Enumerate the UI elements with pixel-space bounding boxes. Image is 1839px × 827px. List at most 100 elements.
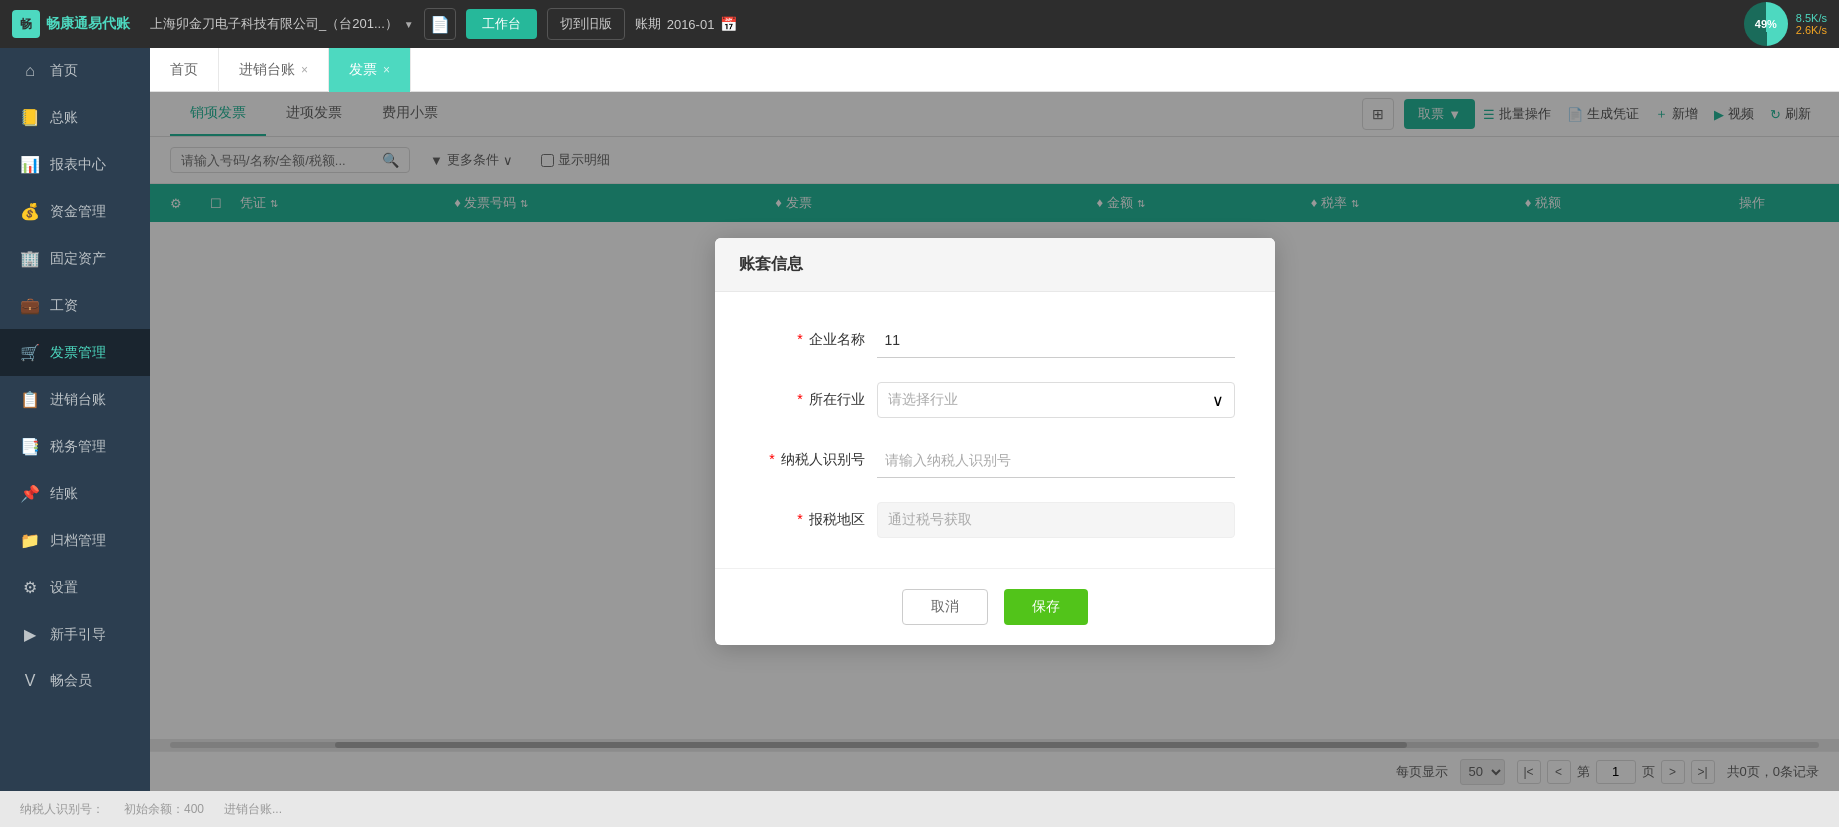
tab-purchase-sales[interactable]: 进销台账 × [219, 48, 329, 92]
sidebar-label-guide: 新手引导 [50, 626, 106, 644]
form-row-tax-id: * 纳税人识别号 [755, 442, 1235, 478]
industry-select[interactable]: 请选择行业 ∨ [877, 382, 1235, 418]
company-name: 上海卯金刀电子科技有限公司_（台201...） [150, 15, 398, 33]
sidebar-label-reports: 报表中心 [50, 156, 106, 174]
sidebar-label-funds: 资金管理 [50, 203, 106, 221]
old-version-button[interactable]: 切到旧版 [547, 8, 625, 40]
sidebar-label-settings: 设置 [50, 579, 78, 597]
ledger-icon: 📒 [20, 108, 40, 127]
sidebar-label-tax: 税务管理 [50, 438, 106, 456]
required-star-industry: * [797, 391, 802, 407]
tax-region-placeholder: 通过税号获取 [888, 511, 972, 529]
sidebar-item-funds[interactable]: 💰 资金管理 [0, 188, 150, 235]
content-area: 首页 进销台账 × 发票 × 销项发票 进项发票 费用小 [150, 48, 1839, 791]
sidebar-item-salary[interactable]: 💼 工资 [0, 282, 150, 329]
sidebar-item-guide[interactable]: ▶ 新手引导 [0, 611, 150, 658]
tax-icon: 📑 [20, 437, 40, 456]
settlement-icon: 📌 [20, 484, 40, 503]
purchase-sales-icon: 📋 [20, 390, 40, 409]
tax-region-label: * 报税地区 [755, 511, 865, 529]
sidebar-label-home: 首页 [50, 62, 78, 80]
form-row-tax-region: * 报税地区 通过税号获取 [755, 502, 1235, 538]
tax-region-disabled: 通过税号获取 [877, 502, 1235, 538]
page-content: 销项发票 进项发票 费用小票 ⊞ 取票 ▼ ☰ 批量操作 [150, 92, 1839, 791]
calendar-icon[interactable]: 📅 [720, 16, 737, 32]
sidebar-item-home[interactable]: ⌂ 首页 [0, 48, 150, 94]
sidebar-item-assets[interactable]: 🏢 固定资产 [0, 235, 150, 282]
sidebar-item-member[interactable]: V 畅会员 [0, 658, 150, 704]
footer-strip: 纳税人识别号： 初始余额：400 进销台账... [0, 791, 1839, 827]
required-star-tax-id: * [769, 451, 774, 467]
modal-body: * 企业名称 * 所在行业 请选择行业 [715, 292, 1275, 568]
assets-icon: 🏢 [20, 249, 40, 268]
sidebar-item-settlement[interactable]: 📌 结账 [0, 470, 150, 517]
company-selector[interactable]: 上海卯金刀电子科技有限公司_（台201...） ▼ [150, 15, 414, 33]
footer-text1: 纳税人识别号： [20, 801, 104, 818]
tab-home-label: 首页 [170, 61, 198, 79]
industry-dropdown-icon: ∨ [1212, 391, 1224, 410]
tab-purchase-sales-close[interactable]: × [301, 63, 308, 77]
tab-invoice-close[interactable]: × [383, 63, 390, 77]
period-value: 2016-01 [667, 17, 715, 32]
modal-dialog: 账套信息 * 企业名称 [715, 238, 1275, 645]
workbench-button[interactable]: 工作台 [466, 9, 537, 39]
sidebar-item-ledger[interactable]: 📒 总账 [0, 94, 150, 141]
footer-text3: 进销台账... [224, 801, 282, 818]
company-dropdown-icon: ▼ [404, 19, 414, 30]
sidebar-label-ledger: 总账 [50, 109, 78, 127]
home-icon: ⌂ [20, 62, 40, 80]
sidebar: ⌂ 首页 📒 总账 📊 报表中心 💰 资金管理 🏢 固定资产 💼 工资 🛒 发票… [0, 48, 150, 791]
progress-circle: 49% [1744, 2, 1788, 46]
progress-percent: 49% [1755, 18, 1777, 30]
form-row-industry: * 所在行业 请选择行业 ∨ [755, 382, 1235, 418]
modal-footer: 取消 保存 [715, 568, 1275, 645]
cancel-button[interactable]: 取消 [902, 589, 988, 625]
member-icon: V [20, 672, 40, 690]
modal-overlay: 账套信息 * 企业名称 [150, 92, 1839, 791]
tax-id-input[interactable] [877, 442, 1235, 478]
invoice-icon: 🛒 [20, 343, 40, 362]
sidebar-label-settlement: 结账 [50, 485, 78, 503]
funds-icon: 💰 [20, 202, 40, 221]
tab-home[interactable]: 首页 [150, 48, 219, 92]
tab-bar: 首页 进销台账 × 发票 × [150, 48, 1839, 92]
industry-label: * 所在行业 [755, 391, 865, 409]
modal-title: 账套信息 [739, 255, 803, 272]
save-button[interactable]: 保存 [1004, 589, 1088, 625]
sidebar-label-member: 畅会员 [50, 672, 92, 690]
archive-icon: 📁 [20, 531, 40, 550]
sidebar-label-purchase-sales: 进销台账 [50, 391, 106, 409]
logo-icon: 畅 [12, 10, 40, 38]
tab-invoice-label: 发票 [349, 61, 377, 79]
sidebar-item-purchase-sales[interactable]: 📋 进销台账 [0, 376, 150, 423]
company-name-input[interactable] [877, 322, 1235, 358]
logo-text: 畅康通易代账 [46, 15, 130, 33]
download-speed: 2.6K/s [1796, 24, 1827, 36]
period-label: 账期 [635, 15, 661, 33]
salary-icon: 💼 [20, 296, 40, 315]
sidebar-label-archive: 归档管理 [50, 532, 106, 550]
sidebar-label-invoice: 发票管理 [50, 344, 106, 362]
settings-icon: ⚙ [20, 578, 40, 597]
sidebar-item-archive[interactable]: 📁 归档管理 [0, 517, 150, 564]
required-star-tax-region: * [797, 511, 802, 527]
company-name-label: * 企业名称 [755, 331, 865, 349]
sidebar-item-reports[interactable]: 📊 报表中心 [0, 141, 150, 188]
guide-icon: ▶ [20, 625, 40, 644]
reports-icon: 📊 [20, 155, 40, 174]
document-icon[interactable]: 📄 [424, 8, 456, 40]
period-info: 账期 2016-01 📅 [635, 15, 738, 33]
industry-placeholder: 请选择行业 [888, 391, 958, 409]
speed-info: 8.5K/s 2.6K/s [1796, 12, 1827, 36]
tab-purchase-sales-label: 进销台账 [239, 61, 295, 79]
modal-header: 账套信息 [715, 238, 1275, 292]
sidebar-label-salary: 工资 [50, 297, 78, 315]
logo-area: 畅 畅康通易代账 [12, 10, 130, 38]
sidebar-label-assets: 固定资产 [50, 250, 106, 268]
sidebar-item-invoice[interactable]: 🛒 发票管理 [0, 329, 150, 376]
top-header: 畅 畅康通易代账 上海卯金刀电子科技有限公司_（台201...） ▼ 📄 工作台… [0, 0, 1839, 48]
sidebar-item-settings[interactable]: ⚙ 设置 [0, 564, 150, 611]
tab-invoice[interactable]: 发票 × [329, 48, 411, 92]
footer-text2: 初始余额：400 [124, 801, 204, 818]
sidebar-item-tax[interactable]: 📑 税务管理 [0, 423, 150, 470]
